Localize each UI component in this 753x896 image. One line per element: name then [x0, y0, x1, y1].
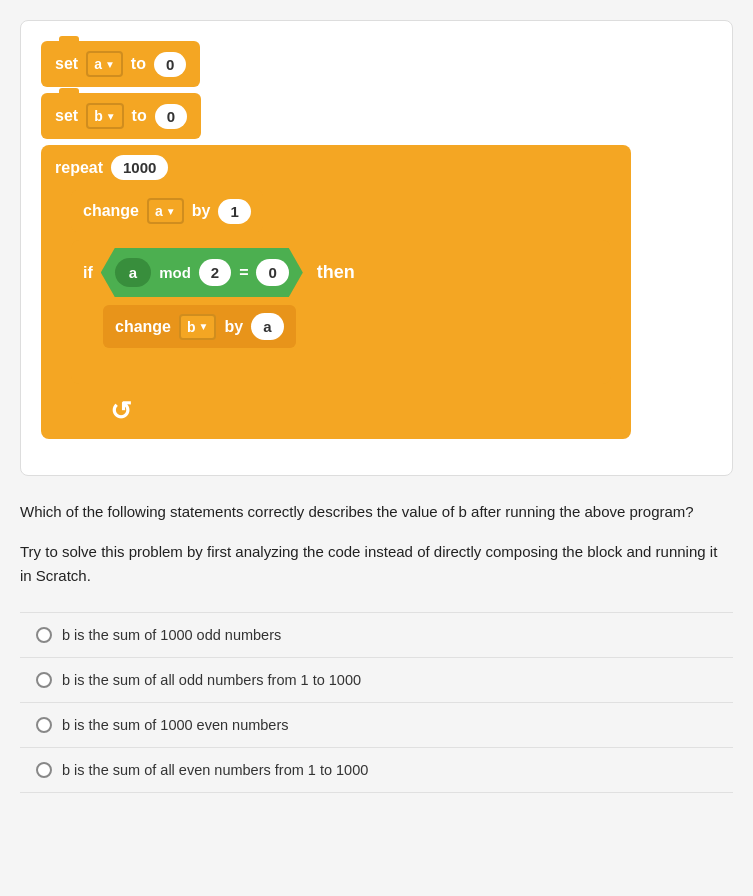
- choice-1[interactable]: b is the sum of 1000 odd numbers: [20, 612, 733, 657]
- by-label-1: by: [192, 202, 211, 220]
- dropdown-arrow-icon-4: ▼: [199, 321, 209, 332]
- by-label-2: by: [224, 318, 243, 336]
- eq-value[interactable]: 0: [256, 259, 288, 286]
- if-keyword: if: [83, 264, 93, 282]
- choice-2[interactable]: b is the sum of all odd numbers from 1 t…: [20, 657, 733, 702]
- loop-arrow-area: ↺: [71, 392, 171, 435]
- choice-1-label: b is the sum of 1000 odd numbers: [62, 627, 281, 643]
- change-keyword-1: change: [83, 202, 139, 220]
- scratch-area: set a ▼ to 0 set b ▼ to 0 repeat 1000: [20, 20, 733, 476]
- question-container: Which of the following statements correc…: [20, 500, 733, 588]
- choice-4[interactable]: b is the sum of all even numbers from 1 …: [20, 747, 733, 793]
- eq-label: =: [239, 264, 248, 282]
- set-keyword: set: [55, 55, 78, 73]
- mod-label: mod: [159, 264, 191, 281]
- dropdown-arrow-icon-3: ▼: [166, 206, 176, 217]
- radio-1[interactable]: [36, 627, 52, 643]
- set-keyword-2: set: [55, 107, 78, 125]
- change-b-value: a: [251, 313, 283, 340]
- question-main: Which of the following statements correc…: [20, 500, 733, 524]
- repeat-value-input[interactable]: 1000: [111, 155, 168, 180]
- choice-3-label: b is the sum of 1000 even numbers: [62, 717, 289, 733]
- then-label: then: [317, 262, 355, 283]
- condition-block: a mod 2 = 0: [101, 248, 303, 297]
- set-b-block: set b ▼ to 0: [41, 93, 201, 139]
- if-block: if a mod 2 = 0: [71, 240, 611, 384]
- choice-4-label: b is the sum of all even numbers from 1 …: [62, 762, 368, 778]
- var-b-dropdown-2[interactable]: b ▼: [179, 314, 216, 340]
- mod-value[interactable]: 2: [199, 259, 231, 286]
- answer-choices: b is the sum of 1000 odd numbers b is th…: [20, 612, 733, 793]
- to-label-2: to: [132, 107, 147, 125]
- to-label-1: to: [131, 55, 146, 73]
- dropdown-arrow-icon-2: ▼: [106, 111, 116, 122]
- radio-4[interactable]: [36, 762, 52, 778]
- value-b-input[interactable]: 0: [155, 104, 187, 129]
- choice-3[interactable]: b is the sum of 1000 even numbers: [20, 702, 733, 747]
- repeat-keyword: repeat: [55, 159, 103, 177]
- radio-2[interactable]: [36, 672, 52, 688]
- change-a-block: change a ▼ by 1: [71, 190, 263, 232]
- var-a-dropdown-2[interactable]: a ▼: [147, 198, 184, 224]
- change-a-value[interactable]: 1: [218, 199, 250, 224]
- radio-3[interactable]: [36, 717, 52, 733]
- repeat-block: repeat 1000 change a ▼ by 1: [41, 145, 631, 439]
- var-a-dropdown[interactable]: a ▼: [86, 51, 123, 77]
- dropdown-arrow-icon: ▼: [105, 59, 115, 70]
- loop-arrow-icon: ↺: [110, 396, 132, 427]
- value-a-input[interactable]: 0: [154, 52, 186, 77]
- var-b-dropdown[interactable]: b ▼: [86, 103, 123, 129]
- cond-var: a: [115, 258, 151, 287]
- change-keyword-2: change: [115, 318, 171, 336]
- set-a-block: set a ▼ to 0: [41, 41, 200, 87]
- question-note: Try to solve this problem by first analy…: [20, 540, 733, 588]
- choice-2-label: b is the sum of all odd numbers from 1 t…: [62, 672, 361, 688]
- change-b-block: change b ▼ by a: [103, 305, 296, 348]
